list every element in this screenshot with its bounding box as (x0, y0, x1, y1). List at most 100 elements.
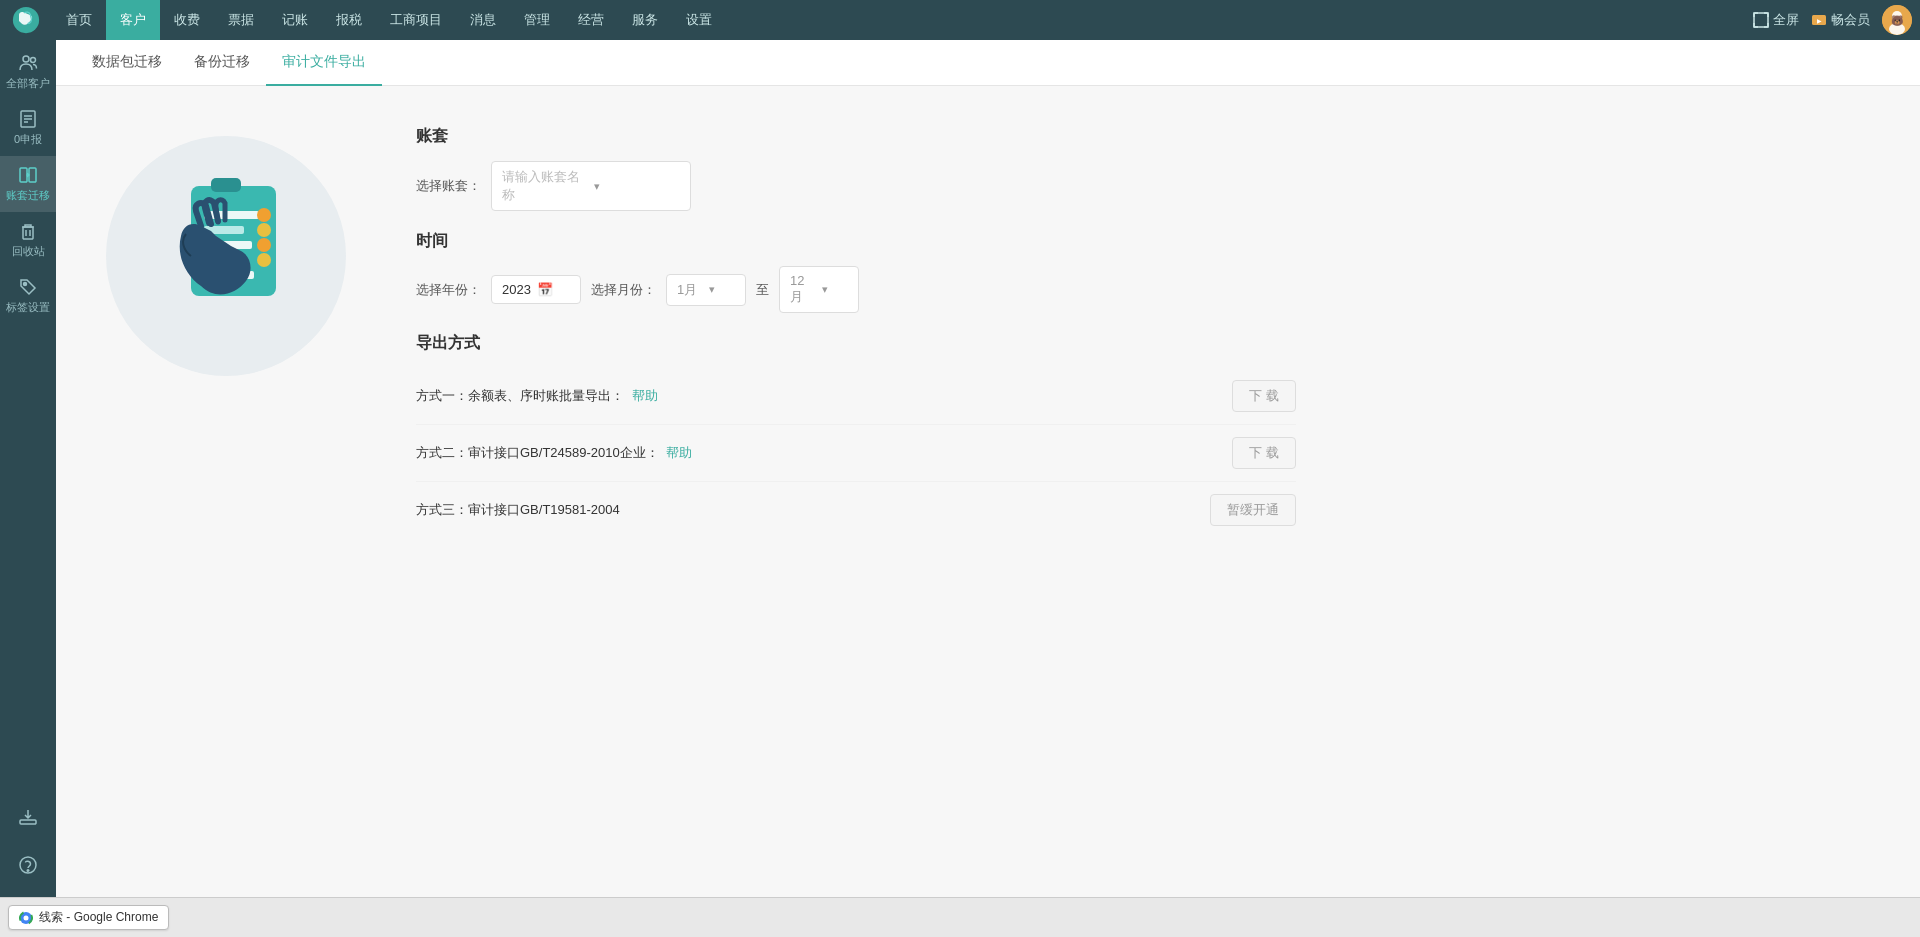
form-area: 账套 选择账套： 请输入账套名称 ▾ 时间 选择年份： (416, 116, 1296, 552)
sidebar-item-trash[interactable]: 回收站 (0, 212, 56, 268)
svg-text:🐻: 🐻 (1891, 14, 1904, 27)
tab-bar: 数据包迁移 备份迁移 审计文件导出 (56, 40, 1920, 86)
top-navigation: 首页 客户 收费 票据 记账 报税 工商项目 消息 管理 经营 服务 设置 全屏… (0, 0, 1920, 40)
svg-rect-15 (29, 168, 36, 182)
export-method-1: 方式一：余额表、序时账批量导出： 帮助 下 载 (416, 368, 1296, 425)
sidebar-item-tags[interactable]: 标签设置 (0, 268, 56, 324)
export-method-3-label: 方式三：审计接口GB/T19581-2004 (416, 501, 620, 519)
content-area: 数据包迁移 备份迁移 审计文件导出 (56, 40, 1920, 897)
svg-point-22 (27, 870, 29, 872)
svg-point-30 (257, 223, 271, 237)
svg-point-35 (24, 915, 29, 920)
sidebar-label-migrate: 账套迁移 (6, 188, 50, 203)
soon-button[interactable]: 暂缓开通 (1210, 494, 1296, 526)
month-label: 选择月份： (591, 281, 656, 299)
vip-button[interactable]: ▶ 畅会员 (1811, 11, 1870, 29)
sidebar-item-all-customers[interactable]: 全部客户 (0, 44, 56, 100)
to-text: 至 (756, 281, 769, 299)
illustration-circle (106, 136, 346, 376)
sidebar-label-customers: 全部客户 (6, 76, 50, 91)
nav-manage[interactable]: 管理 (510, 0, 564, 40)
chevron-down-icon-month-end: ▾ (822, 283, 848, 296)
sidebar-label-declaration: 0申报 (14, 132, 42, 147)
sidebar-item-declaration[interactable]: 0申报 (0, 100, 56, 156)
svg-point-19 (24, 283, 27, 286)
account-row: 选择账套： 请输入账套名称 ▾ (416, 161, 1296, 211)
app-logo[interactable] (8, 2, 44, 38)
vip-label: 畅会员 (1831, 11, 1870, 29)
fullscreen-label: 全屏 (1773, 11, 1799, 29)
main-layout: 全部客户 0申报 账套迁移 (0, 40, 1920, 897)
taskbar-chrome[interactable]: 线索 - Google Chrome (8, 905, 169, 930)
month-start-select[interactable]: 1月 ▾ (666, 274, 746, 306)
svg-point-8 (23, 56, 29, 62)
avatar[interactable]: 🐻 (1882, 5, 1912, 35)
tab-backup-migrate[interactable]: 备份迁移 (178, 40, 266, 86)
svg-rect-1 (1754, 13, 1768, 27)
sidebar-bottom-download[interactable] (0, 795, 56, 839)
export-method-2-label: 方式二：审计接口GB/T24589-2010企业： 帮助 (416, 444, 692, 462)
export-section-title: 导出方式 (416, 333, 1296, 354)
sidebar-item-migrate[interactable]: 账套迁移 (0, 156, 56, 212)
account-select[interactable]: 请输入账套名称 ▾ (491, 161, 691, 211)
account-label: 选择账套： (416, 177, 481, 195)
sidebar-label-trash: 回收站 (12, 244, 45, 259)
month-start-value: 1月 (677, 281, 703, 299)
export-method-1-label: 方式一：余额表、序时账批量导出： 帮助 (416, 387, 658, 405)
calendar-icon: 📅 (537, 282, 553, 297)
year-label: 选择年份： (416, 281, 481, 299)
svg-rect-33 (211, 178, 241, 192)
download-button-2[interactable]: 下 载 (1232, 437, 1296, 469)
account-placeholder: 请输入账套名称 (502, 168, 588, 204)
help-link-1[interactable]: 帮助 (632, 388, 658, 403)
time-row: 选择年份： 2023 📅 选择月份： 1月 ▾ 至 (416, 266, 1296, 313)
svg-point-29 (257, 208, 271, 222)
nav-operate[interactable]: 经营 (564, 0, 618, 40)
nav-service[interactable]: 服务 (618, 0, 672, 40)
tab-data-migrate[interactable]: 数据包迁移 (76, 40, 178, 86)
month-end-select[interactable]: 12月 ▾ (779, 266, 859, 313)
export-method-3: 方式三：审计接口GB/T19581-2004 暂缓开通 (416, 482, 1296, 538)
sidebar-bottom (0, 795, 56, 897)
fullscreen-button[interactable]: 全屏 (1753, 11, 1799, 29)
month-end-value: 12月 (790, 273, 816, 306)
page-content: 账套 选择账套： 请输入账套名称 ▾ 时间 选择年份： (56, 86, 1920, 897)
nav-settings[interactable]: 设置 (672, 0, 726, 40)
nav-invoice[interactable]: 票据 (214, 0, 268, 40)
nav-items: 首页 客户 收费 票据 记账 报税 工商项目 消息 管理 经营 服务 设置 (52, 0, 1753, 40)
nav-business[interactable]: 工商项目 (376, 0, 456, 40)
export-section: 导出方式 方式一：余额表、序时账批量导出： 帮助 下 载 方式二：审计接口GB/… (416, 333, 1296, 538)
sidebar: 全部客户 0申报 账套迁移 (0, 40, 56, 897)
svg-rect-16 (23, 227, 33, 239)
taskbar: 线索 - Google Chrome (0, 897, 1920, 937)
year-value: 2023 (502, 282, 531, 297)
tab-audit-export[interactable]: 审计文件导出 (266, 40, 382, 86)
chevron-down-icon-month: ▾ (709, 283, 735, 296)
help-link-2[interactable]: 帮助 (666, 445, 692, 460)
svg-point-31 (257, 238, 271, 252)
export-method-2: 方式二：审计接口GB/T24589-2010企业： 帮助 下 载 (416, 425, 1296, 482)
sidebar-label-tags: 标签设置 (6, 300, 50, 315)
nav-home[interactable]: 首页 (52, 0, 106, 40)
svg-rect-14 (20, 168, 27, 182)
time-section: 时间 选择年份： 2023 📅 选择月份： 1月 ▾ (416, 231, 1296, 313)
illustration-area (96, 116, 356, 376)
svg-text:▶: ▶ (1817, 18, 1822, 24)
page-inner: 账套 选择账套： 请输入账套名称 ▾ 时间 选择年份： (96, 116, 1296, 552)
account-section-title: 账套 (416, 126, 1296, 147)
download-button-1[interactable]: 下 载 (1232, 380, 1296, 412)
taskbar-chrome-label: 线索 - Google Chrome (39, 909, 158, 926)
svg-rect-20 (20, 820, 36, 824)
chevron-down-icon: ▾ (594, 180, 680, 193)
nav-charge[interactable]: 收费 (160, 0, 214, 40)
svg-point-9 (31, 58, 36, 63)
year-input[interactable]: 2023 📅 (491, 275, 581, 304)
nav-right: 全屏 ▶ 畅会员 🐻 (1753, 5, 1912, 35)
nav-tax[interactable]: 报税 (322, 0, 376, 40)
svg-point-32 (257, 253, 271, 267)
nav-message[interactable]: 消息 (456, 0, 510, 40)
time-section-title: 时间 (416, 231, 1296, 252)
nav-customer[interactable]: 客户 (106, 0, 160, 40)
sidebar-bottom-help[interactable] (0, 843, 56, 887)
nav-bookkeeping[interactable]: 记账 (268, 0, 322, 40)
